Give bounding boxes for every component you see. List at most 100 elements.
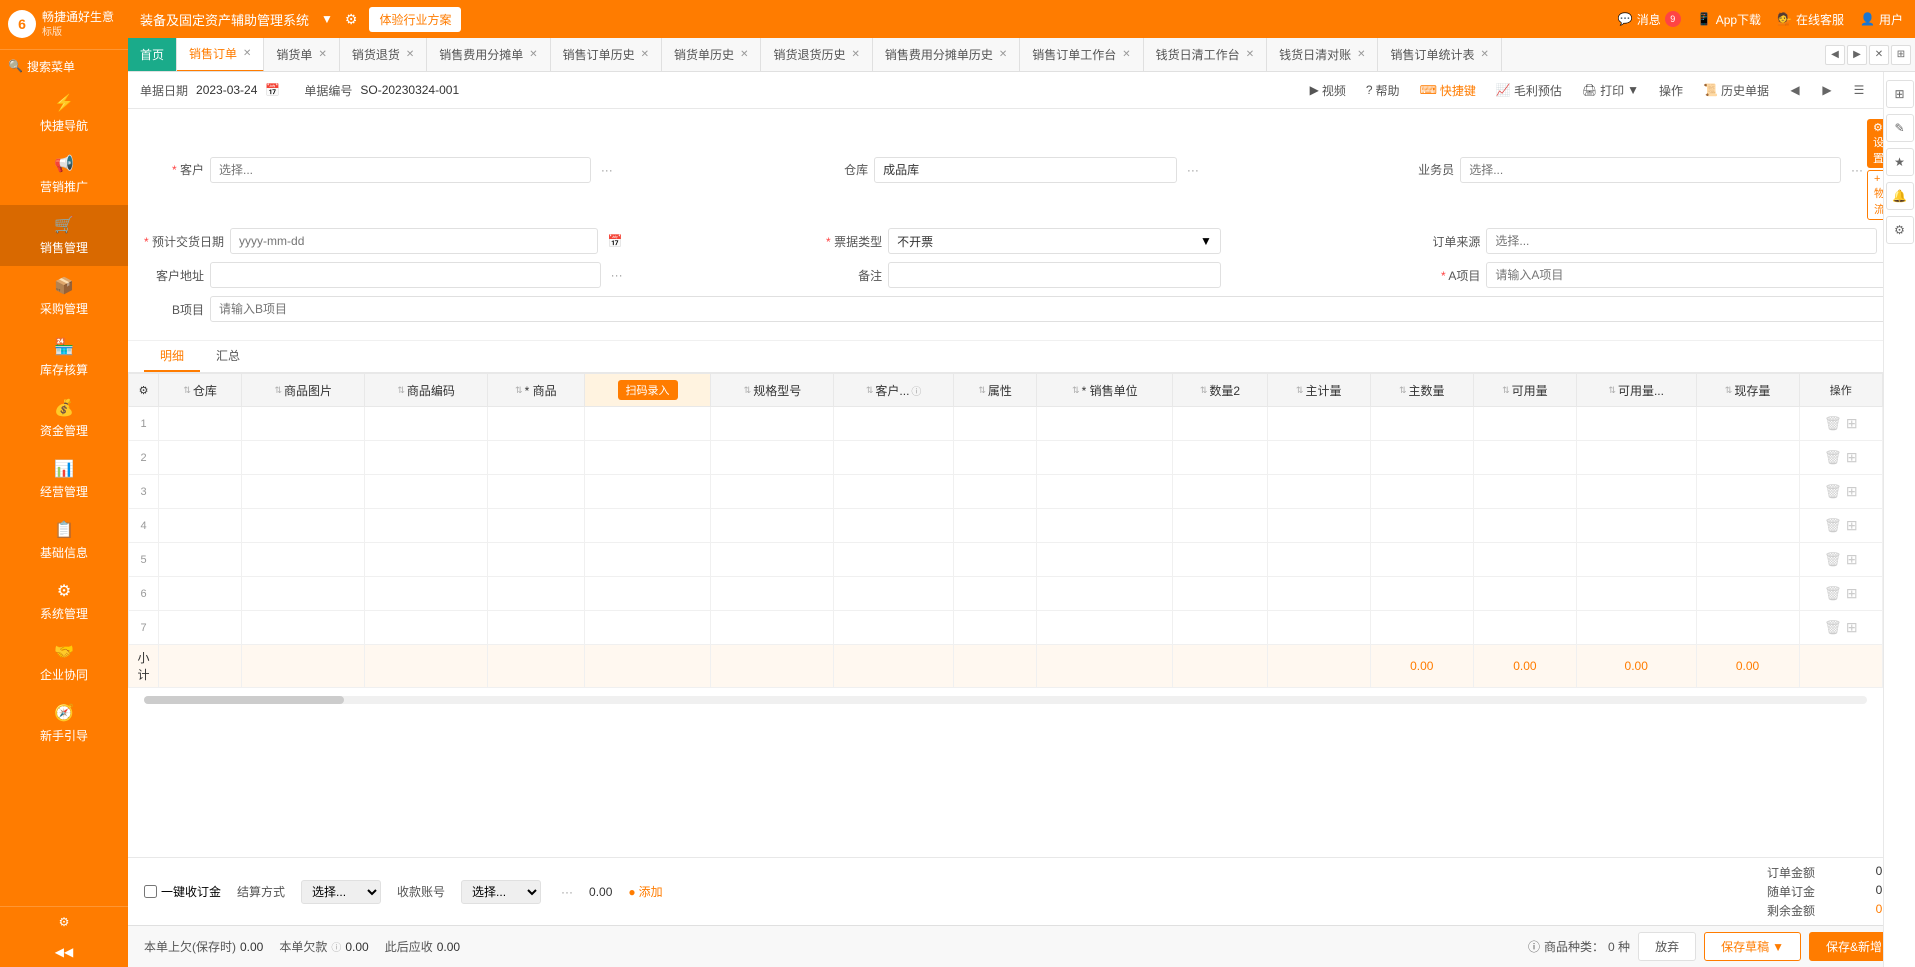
help-btn[interactable]: ? 帮助 xyxy=(1360,80,1406,101)
row-delete-4[interactable]: 🗑 xyxy=(1824,517,1842,534)
calendar-icon[interactable]: 📅 xyxy=(265,83,280,97)
sidebar-item-operations[interactable]: 📊 经营管理 xyxy=(0,449,128,510)
row-delete-5[interactable]: 🗑 xyxy=(1824,551,1842,568)
prev-record-btn[interactable]: ◀ xyxy=(1783,78,1807,102)
tab-menu-btn[interactable]: ⊞ xyxy=(1891,45,1911,65)
warehouse-more[interactable]: ··· xyxy=(1187,163,1199,177)
tab-sales-fee-close[interactable]: ✕ xyxy=(529,49,537,60)
delivery-calendar[interactable]: 📅 xyxy=(608,234,623,248)
tab-sales-stats[interactable]: 销售订单统计表 ✕ xyxy=(1378,38,1501,72)
sidebar-item-enterprise[interactable]: 🤝 企业协同 xyxy=(0,632,128,693)
user-menu[interactable]: 👤 用户 xyxy=(1860,11,1903,28)
staff-more[interactable]: ··· xyxy=(1851,163,1863,177)
topbar-settings-icon[interactable]: ⚙ xyxy=(345,11,358,28)
save-draft-dropdown-icon[interactable]: ▼ xyxy=(1772,940,1784,954)
sidebar-collapse[interactable]: ◀◀ xyxy=(0,937,128,967)
b-project-input[interactable] xyxy=(210,296,1899,322)
right-icon-edit[interactable]: ✎ xyxy=(1886,114,1914,142)
tab-home[interactable]: 首页 xyxy=(128,38,177,72)
tab-daily-workbench-close[interactable]: ✕ xyxy=(1246,49,1254,60)
tab-sales-return[interactable]: 销货退货 ✕ xyxy=(340,38,427,72)
row-copy-7[interactable]: ⊞ xyxy=(1846,619,1858,636)
right-icon-grid[interactable]: ⊞ xyxy=(1886,80,1914,108)
sidebar-item-marketing[interactable]: 📢 营销推广 xyxy=(0,144,128,205)
sidebar-item-finance[interactable]: 💰 资金管理 xyxy=(0,388,128,449)
row-copy-4[interactable]: ⊞ xyxy=(1846,517,1858,534)
invoice-select[interactable]: 不开票 ▼ xyxy=(888,228,1221,254)
row-delete-1[interactable]: 🗑 xyxy=(1824,415,1842,432)
tab-close-all-btn[interactable]: ✕ xyxy=(1869,45,1889,65)
sidebar-settings[interactable]: ⚙ xyxy=(0,907,128,937)
tab-daily-reconcile-close[interactable]: ✕ xyxy=(1357,49,1365,60)
scan-btn[interactable]: 扫码录入 xyxy=(618,380,678,400)
order-source-input[interactable] xyxy=(1486,228,1877,254)
print-btn[interactable]: 🖨 打印 ▼ xyxy=(1576,80,1645,101)
tab-sales-order[interactable]: 销售订单 ✕ xyxy=(177,38,264,72)
tab-sales-order-history[interactable]: 销售订单历史 ✕ xyxy=(551,38,662,72)
address-input[interactable] xyxy=(210,262,601,288)
layout-list-btn[interactable]: ☰ xyxy=(1847,78,1871,102)
tab-sales-return-close[interactable]: ✕ xyxy=(406,49,414,60)
tab-sales-stats-close[interactable]: ✕ xyxy=(1481,49,1489,60)
customer-input[interactable] xyxy=(210,157,591,183)
app-download-btn[interactable]: 📱 App下载 xyxy=(1697,11,1761,28)
shortcut-btn[interactable]: ⌨ 快捷键 xyxy=(1414,80,1482,101)
row-copy-3[interactable]: ⊞ xyxy=(1846,483,1858,500)
tab-sales-order-history-close[interactable]: ✕ xyxy=(641,49,649,60)
tab-fee-history-close[interactable]: ✕ xyxy=(999,49,1007,60)
sidebar-search[interactable]: 🔍 搜索菜单 xyxy=(0,50,128,83)
tab-return-history[interactable]: 销货退货历史 ✕ xyxy=(761,38,872,72)
customer-more[interactable]: ··· xyxy=(601,163,613,177)
right-icon-alert[interactable]: 🔔 xyxy=(1886,182,1914,210)
one-click-checkbox[interactable]: 一键收订金 xyxy=(144,883,221,900)
tab-prev-btn[interactable]: ◀ xyxy=(1825,45,1845,65)
col-setting[interactable]: ⚙ xyxy=(129,374,159,407)
sidebar-item-sales[interactable]: 🛒 销售管理 xyxy=(0,205,128,266)
account-more[interactable]: ··· xyxy=(561,885,573,899)
one-click-input[interactable] xyxy=(144,885,157,898)
staff-input[interactable] xyxy=(1460,157,1841,183)
view-btn[interactable]: ▶ 视频 xyxy=(1304,80,1352,101)
sidebar-item-basic-info[interactable]: 📋 基础信息 xyxy=(0,510,128,571)
tab-sales-goods-close[interactable]: ✕ xyxy=(318,49,326,60)
tab-daily-workbench[interactable]: 钱货日清工作台 ✕ xyxy=(1144,38,1267,72)
row-copy-1[interactable]: ⊞ xyxy=(1846,415,1858,432)
address-more[interactable]: ··· xyxy=(611,268,623,282)
discard-btn[interactable]: 放弃 xyxy=(1638,932,1696,961)
row-delete-3[interactable]: 🗑 xyxy=(1824,483,1842,500)
sidebar-item-inventory[interactable]: 🏪 库存核算 xyxy=(0,327,128,388)
tab-sales-fee[interactable]: 销售费用分摊单 ✕ xyxy=(427,38,550,72)
note-input[interactable] xyxy=(888,262,1221,288)
horizontal-scrollbar[interactable] xyxy=(128,688,1883,712)
tab-sales-goods[interactable]: 销货单 ✕ xyxy=(264,38,339,72)
sidebar-item-quick-nav[interactable]: ⚡ 快捷导航 xyxy=(0,83,128,144)
solution-button[interactable]: 体验行业方案 xyxy=(369,7,461,32)
row-delete-2[interactable]: 🗑 xyxy=(1824,449,1842,466)
row-copy-6[interactable]: ⊞ xyxy=(1846,585,1858,602)
row-delete-7[interactable]: 🗑 xyxy=(1824,619,1842,636)
messages-btn[interactable]: 💬 消息 9 xyxy=(1618,11,1681,28)
a-project-input[interactable] xyxy=(1486,262,1899,288)
tab-next-btn[interactable]: ▶ xyxy=(1847,45,1867,65)
tab-summary[interactable]: 汇总 xyxy=(200,341,256,372)
tab-detail[interactable]: 明细 xyxy=(144,341,200,372)
right-icon-star[interactable]: ★ xyxy=(1886,148,1914,176)
add-payment-btn[interactable]: ● 添加 xyxy=(628,883,662,900)
tab-order-workbench-close[interactable]: ✕ xyxy=(1122,49,1130,60)
sidebar-item-purchase[interactable]: 📦 采购管理 xyxy=(0,266,128,327)
operation-btn[interactable]: 操作 xyxy=(1653,80,1689,101)
next-record-btn[interactable]: ▶ xyxy=(1815,78,1839,102)
history-btn[interactable]: 📜 历史单据 xyxy=(1697,80,1775,101)
tab-daily-reconcile[interactable]: 钱货日清对账 ✕ xyxy=(1267,38,1378,72)
tab-sales-order-close[interactable]: ✕ xyxy=(243,48,251,59)
row-copy-2[interactable]: ⊞ xyxy=(1846,449,1858,466)
tab-return-history-close[interactable]: ✕ xyxy=(851,49,859,60)
tab-goods-history-close[interactable]: ✕ xyxy=(740,49,748,60)
save-draft-btn[interactable]: 保存草稿 ▼ xyxy=(1704,932,1801,961)
table-container[interactable]: ⚙ ⇅仓库 ⇅商品图片 ⇅商品编码 ⇅* 商品 扫码录入 ⇅规格型号 ⇅客户..… xyxy=(128,373,1883,857)
tab-fee-history[interactable]: 销售费用分摊单历史 ✕ xyxy=(873,38,1020,72)
right-icon-settings[interactable]: ⚙ xyxy=(1886,216,1914,244)
row-delete-6[interactable]: 🗑 xyxy=(1824,585,1842,602)
tab-order-workbench[interactable]: 销售订单工作台 ✕ xyxy=(1020,38,1143,72)
tab-goods-history[interactable]: 销货单历史 ✕ xyxy=(662,38,761,72)
